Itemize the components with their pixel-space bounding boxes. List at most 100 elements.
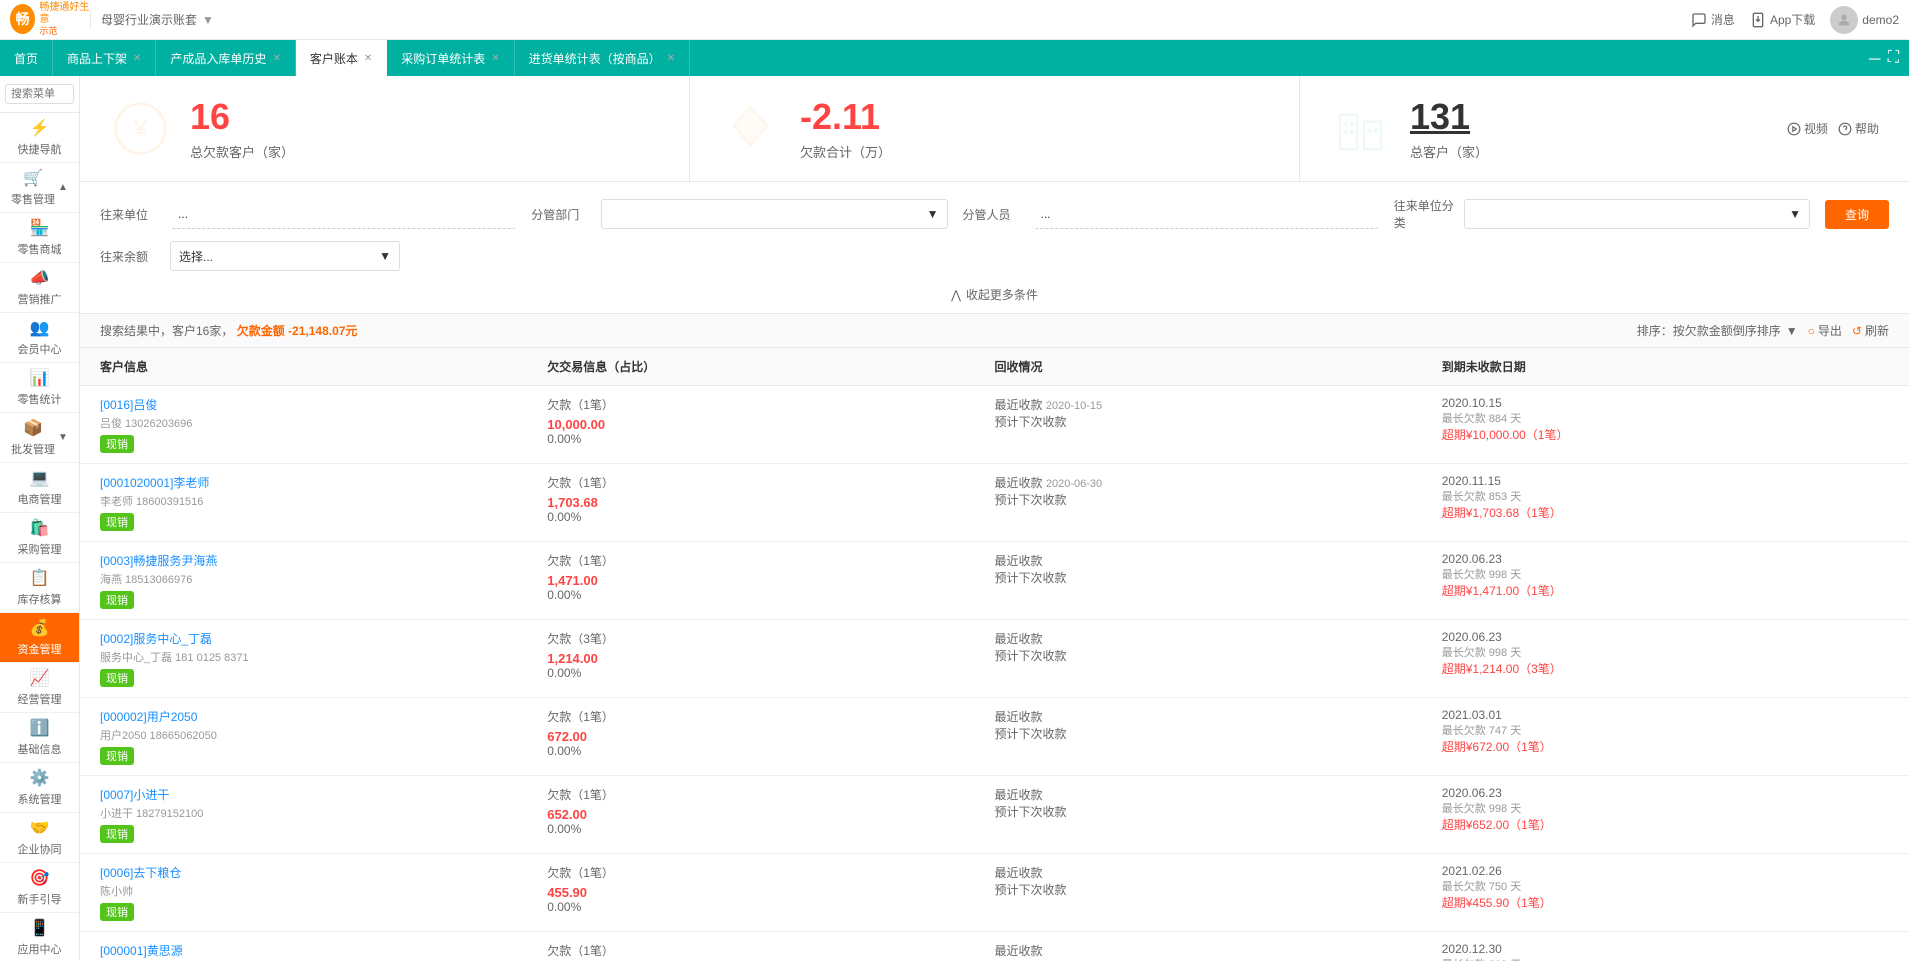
overdue-link-0[interactable]: 超期¥10,000.00（1笔） [1442,426,1889,443]
sidebar-item-marketing[interactable]: 📣 营销推广 [0,263,79,313]
app-selector[interactable]: 母婴行业演示账套 ▼ [90,11,1691,28]
close-tab-1[interactable]: ✕ [272,53,280,64]
messages-btn[interactable]: 消息 [1691,11,1735,28]
customer-name-0[interactable]: [0016]吕俊 [100,396,547,413]
tab-purchase-stats[interactable]: 采购订单统计表 ✕ [387,40,514,76]
logo-text: 畅捷通好生意 示范 [39,2,90,37]
balance-select[interactable]: 选择... ▼ [170,241,400,271]
collect-info-4: 最近收款 预计下次收款 [995,708,1442,742]
overdue-link-4[interactable]: 超期¥672.00（1笔） [1442,738,1889,755]
tab-product-listing[interactable]: 商品上下架 ✕ [53,40,156,76]
unit-category-arrow: ▼ [1789,207,1801,221]
marketing-icon: 📣 [30,268,50,288]
sidebar-item-retail-mgmt[interactable]: 🛒 零售管理 ▲ [0,163,79,213]
sidebar-item-members[interactable]: 👥 会员中心 [0,313,79,363]
wholesale-arrow: ▼ [58,432,68,443]
sidebar-item-retail-stats[interactable]: 📊 零售统计 [0,363,79,413]
customer-name-1[interactable]: [0001020001]李老师 [100,474,547,491]
close-tab-4[interactable]: ✕ [667,53,675,64]
stat-info-2: -2.11 欠款合计（万） [800,96,1269,161]
diamond-icon [723,101,778,156]
collapse-filters-btn[interactable]: ⋀ 收起更多条件 [100,281,1889,308]
debt-info-4: 欠款（1笔） 672.00 0.00% [547,708,994,758]
table-header: 客户信息 欠交易信息（占比） 回收情况 到期未收款日期 [80,348,1909,386]
customer-name-6[interactable]: [0006]去下粮仓 [100,864,547,881]
sidebar-item-guide[interactable]: 🎯 新手引导 [0,863,79,913]
customer-name-5[interactable]: [0007]小进干 [100,786,547,803]
customer-sub-3: 服务中心_丁磊 181 0125 8371 [100,649,547,665]
sidebar-item-system[interactable]: ⚙️ 系统管理 [0,763,79,813]
overdue-info-6: 2021.02.26 最长欠款 750 天 超期¥455.90（1笔） [1442,864,1889,911]
filter-unit-category: 往来单位分类 ▼ [1394,197,1810,231]
debt-amount-3: 1,214.00 [547,651,994,666]
sidebar-item-purchase-mgmt[interactable]: 🛍️ 采购管理 [0,513,79,563]
stat-number-1: 16 [190,96,659,138]
stat-icon-2 [720,99,780,159]
stat-card-1: ¥ 16 总欠款客户（家） [80,76,690,181]
sidebar-item-basic-info[interactable]: ℹ️ 基础信息 [0,713,79,763]
debt-info-5: 欠款（1笔） 652.00 0.00% [547,786,994,836]
close-tab-3[interactable]: ✕ [491,53,499,64]
stat-card-3: 131 总客户（家） 视频 帮助 [1300,76,1909,181]
customer-name-3[interactable]: [0002]服务中心_丁磊 [100,630,547,647]
maximize-icon[interactable]: ⛶ [1888,49,1899,67]
close-tab-0[interactable]: ✕ [133,53,141,64]
close-tab-2[interactable]: ✕ [364,53,372,64]
overdue-info-0: 2020.10.15 最长欠款 884 天 超期¥10,000.00（1笔） [1442,396,1889,443]
sidebar-item-finance[interactable]: 💰 资金管理 [0,613,79,663]
collapse-icon: ⋀ [951,288,961,302]
overdue-link-2[interactable]: 超期¥1,471.00（1笔） [1442,582,1889,599]
debt-ratio-3: 0.00% [547,666,994,680]
sidebar-item-collab[interactable]: 🤝 企业协同 [0,813,79,863]
debt-count-7: 欠款（1笔） [547,942,994,959]
finance-icon: 💰 [30,618,50,638]
message-icon [1691,12,1707,28]
app-download-btn[interactable]: App下载 [1750,11,1815,28]
user-menu[interactable]: demo2 [1830,6,1899,34]
sidebar-item-quick-nav[interactable]: ⚡ 快捷导航 [0,113,79,163]
customer-name-7[interactable]: [000001]黄思源 [100,942,547,959]
overdue-link-6[interactable]: 超期¥455.90（1笔） [1442,894,1889,911]
minimize-icon[interactable]: － [1867,46,1883,70]
sidebar-search-input[interactable] [5,84,74,104]
sort-arrow: ▼ [1786,324,1798,338]
overdue-link-3[interactable]: 超期¥1,214.00（3笔） [1442,660,1889,677]
debt-count-6: 欠款（1笔） [547,864,994,881]
collect-info-2: 最近收款 预计下次收款 [995,552,1442,586]
debt-info-6: 欠款（1笔） 455.90 0.00% [547,864,994,914]
customer-name-4[interactable]: [000002]用户2050 [100,708,547,725]
stat-card-2: -2.11 欠款合计（万） [690,76,1300,181]
sidebar-item-apps[interactable]: 📱 应用中心 [0,913,79,961]
source-unit-input[interactable]: ... [170,199,516,229]
person-input[interactable]: ... [1033,199,1379,229]
sort-select[interactable]: 排序：按欠款金额倒序排序 ▼ [1637,322,1798,339]
overdue-link-1[interactable]: 超期¥1,703.68（1笔） [1442,504,1889,521]
tab-stock-stats[interactable]: 进货单统计表（按商品） ✕ [515,40,690,76]
sidebar-item-ecommerce[interactable]: 💻 电商管理 [0,463,79,513]
tab-home[interactable]: 首页 [0,40,53,76]
debt-count-5: 欠款（1笔） [547,786,994,803]
customer-info-6: [0006]去下粮仓 陈小帅 现销 [100,864,547,921]
sidebar-item-inventory[interactable]: 📋 库存核算 [0,563,79,613]
overdue-info-4: 2021.03.01 最长欠款 747 天 超期¥672.00（1笔） [1442,708,1889,755]
customer-sub-1: 李老师 18600391516 [100,493,547,509]
collect-info-7: 最近收款 预计下次收款 [995,942,1442,961]
refresh-btn[interactable]: ↺ 刷新 [1852,322,1889,339]
unit-category-select[interactable]: ▼ [1464,199,1810,229]
customer-info-7: [000001]黄思源 黄思源 13552700226 现销 [100,942,547,961]
help-btn[interactable]: 帮助 [1838,120,1879,137]
sidebar-item-wholesale[interactable]: 📦 批发管理 ▼ [0,413,79,463]
sidebar-item-retail-mall[interactable]: 🏪 零售商城 [0,213,79,263]
tab-customer-ledger[interactable]: 客户账本 ✕ [296,40,387,76]
query-button[interactable]: 查询 [1825,200,1889,229]
tab-stock-history[interactable]: 产成品入库单历史 ✕ [156,40,295,76]
export-btn[interactable]: ○ 导出 [1808,322,1842,339]
system-icon: ⚙️ [30,768,50,788]
department-select[interactable]: ▼ [601,199,947,229]
stat-icon-3 [1330,99,1390,159]
sidebar-item-ops[interactable]: 📈 经营管理 [0,663,79,713]
customer-name-2[interactable]: [0003]畅捷服务尹海燕 [100,552,547,569]
overdue-link-5[interactable]: 超期¥652.00（1笔） [1442,816,1889,833]
debt-ratio-6: 0.00% [547,900,994,914]
video-btn[interactable]: 视频 [1787,120,1828,137]
